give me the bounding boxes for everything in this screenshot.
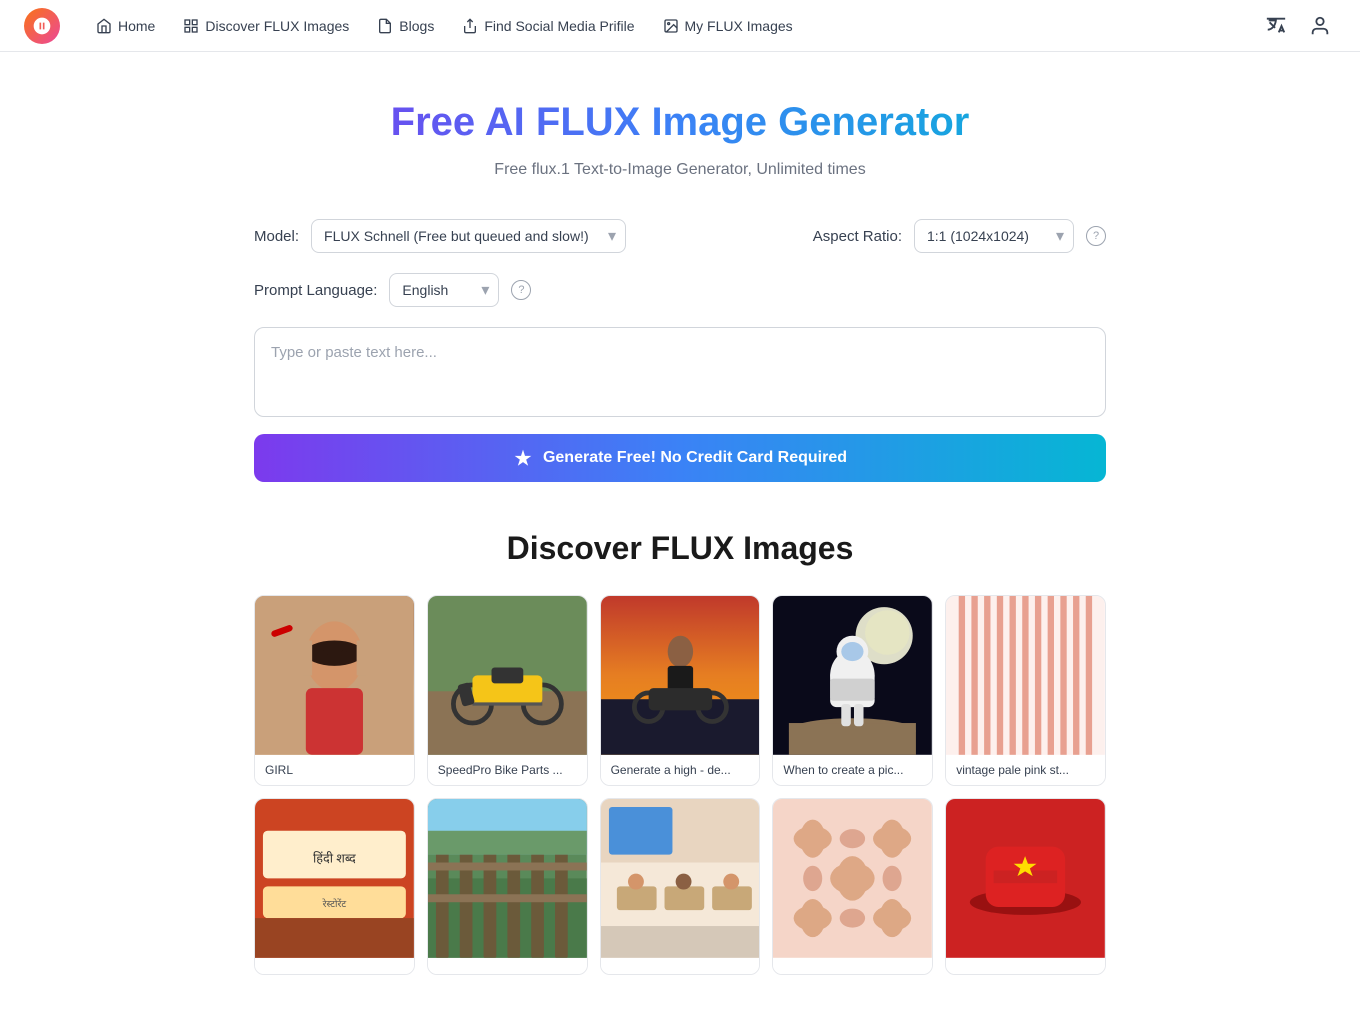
share-icon [462, 18, 478, 34]
nav-item-home[interactable]: Home [84, 12, 167, 40]
user-icon [1309, 15, 1331, 37]
aspect-ratio-select-wrapper: 1:1 (1024x1024) 16:9 (1024x576) 9:16 (57… [914, 219, 1074, 253]
file-icon [377, 18, 393, 34]
fence-image [428, 799, 587, 958]
nav-item-my-images[interactable]: My FLUX Images [651, 12, 805, 40]
red-hat-image [946, 799, 1105, 958]
navigation: Home Discover FLUX Images Blogs Find Soc… [0, 0, 1360, 52]
girl-image [255, 596, 414, 755]
aspect-ratio-label: Aspect Ratio: [813, 228, 902, 245]
bike-image [428, 596, 587, 755]
image-card-6[interactable] [427, 798, 588, 975]
image-card-8[interactable] [772, 798, 933, 975]
prompt-language-select-wrapper: English Spanish French German Chinese ▾ [389, 273, 499, 307]
image-card-label-7 [601, 958, 760, 974]
image-card-1[interactable]: SpeedPro Bike Parts ... [427, 595, 588, 786]
image-icon [663, 18, 679, 34]
nav-item-social[interactable]: Find Social Media Prifile [450, 12, 646, 40]
translate-icon [1265, 15, 1287, 37]
image-card-2[interactable]: Generate a high - de... [600, 595, 761, 786]
model-label: Model: [254, 228, 299, 245]
nav-right-actions [1260, 10, 1336, 42]
image-card-0[interactable]: GIRL [254, 595, 415, 786]
prompt-language-label: Prompt Language: [254, 282, 377, 299]
user-menu-button[interactable] [1304, 10, 1336, 42]
image-card-9[interactable] [945, 798, 1106, 975]
image-card-label-1: SpeedPro Bike Parts ... [428, 755, 587, 785]
image-grid-row2: हिंदी शब्द रेस्टोरेंट [254, 798, 1106, 975]
page-title: Free AI FLUX Image Generator [254, 100, 1106, 145]
image-card-label-8 [773, 958, 932, 974]
image-card-4[interactable]: vintage pale pink st... [945, 595, 1106, 786]
generator-controls: Model: FLUX Schnell (Free but queued and… [254, 219, 1106, 307]
svg-text:रेस्टोरेंट: रेस्टोरेंट [322, 898, 346, 910]
prompt-textarea[interactable] [254, 327, 1106, 417]
translate-button[interactable] [1260, 10, 1292, 42]
image-card-3[interactable]: When to create a pic... [772, 595, 933, 786]
prompt-language-help-button[interactable]: ? [511, 280, 531, 300]
grid-icon [183, 18, 199, 34]
home-icon [96, 18, 112, 34]
logo-icon [32, 16, 52, 36]
model-select-wrapper: FLUX Schnell (Free but queued and slow!)… [311, 219, 626, 253]
image-card-label-4: vintage pale pink st... [946, 755, 1105, 785]
main-content: Free AI FLUX Image Generator Free flux.1… [230, 52, 1130, 1015]
discover-title: Discover FLUX Images [254, 530, 1106, 567]
image-grid-row1: GIRL SpeedPro Bike Parts ... [254, 595, 1106, 786]
aspect-ratio-help-button[interactable]: ? [1086, 226, 1106, 246]
aspect-ratio-select[interactable]: 1:1 (1024x1024) 16:9 (1024x576) 9:16 (57… [914, 219, 1074, 253]
image-card-label-5 [255, 958, 414, 974]
model-select[interactable]: FLUX Schnell (Free but queued and slow!)… [311, 219, 626, 253]
nav-links: Home Discover FLUX Images Blogs Find Soc… [84, 12, 1260, 40]
classroom-image [601, 799, 760, 958]
page-subtitle: Free flux.1 Text-to-Image Generator, Unl… [254, 161, 1106, 179]
nav-item-blogs[interactable]: Blogs [365, 12, 446, 40]
hindi-sign-image: हिंदी शब्द रेस्टोरेंट [255, 799, 414, 958]
image-card-label-0: GIRL [255, 755, 414, 785]
app-logo[interactable] [24, 8, 60, 44]
woman-motorcycle-image [601, 596, 760, 755]
pink-stripes-image [946, 596, 1105, 755]
image-card-label-2: Generate a high - de... [601, 755, 760, 785]
spark-icon [513, 448, 533, 468]
generate-button[interactable]: Generate Free! No Credit Card Required [254, 434, 1106, 482]
aspect-ratio-control-row: Aspect Ratio: 1:1 (1024x1024) 16:9 (1024… [813, 219, 1106, 253]
svg-text:हिंदी शब्द: हिंदी शब्द [313, 850, 356, 865]
prompt-language-select[interactable]: English Spanish French German Chinese [389, 273, 499, 307]
image-card-7[interactable] [600, 798, 761, 975]
image-card-label-9 [946, 958, 1105, 974]
model-control-row: Model: FLUX Schnell (Free but queued and… [254, 219, 626, 253]
floral-image [773, 799, 932, 958]
astronaut-image [773, 596, 932, 755]
nav-item-discover[interactable]: Discover FLUX Images [171, 12, 361, 40]
prompt-language-control-row: Prompt Language: English Spanish French … [254, 273, 1106, 307]
image-card-label-3: When to create a pic... [773, 755, 932, 785]
image-card-5[interactable]: हिंदी शब्द रेस्टोरेंट [254, 798, 415, 975]
image-card-label-6 [428, 958, 587, 974]
